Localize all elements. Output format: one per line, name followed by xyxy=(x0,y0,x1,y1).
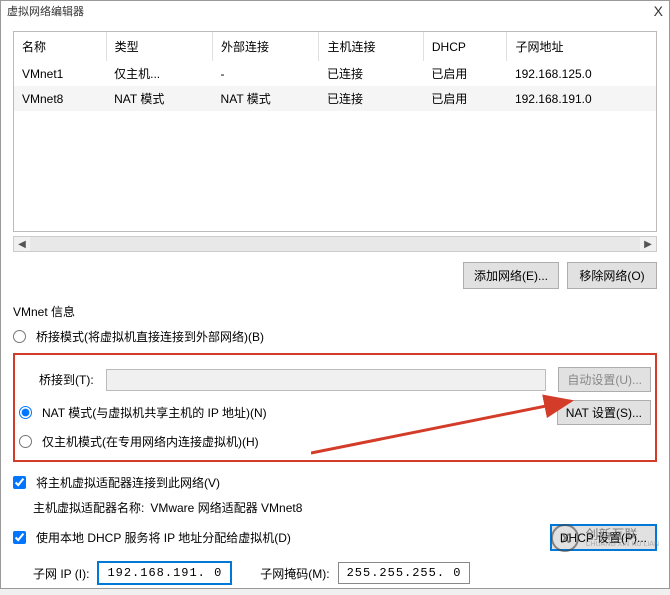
watermark-sub: CHUANG XIN HU LIAN xyxy=(585,541,659,548)
vmnet-info-label: VMnet 信息 xyxy=(13,303,657,320)
col-name[interactable]: 名称 xyxy=(14,32,106,61)
add-network-button[interactable]: 添加网络(E)... xyxy=(463,262,559,289)
col-subnet[interactable]: 子网地址 xyxy=(507,32,656,61)
col-host[interactable]: 主机连接 xyxy=(319,32,423,61)
titlebar: 虚拟网络编辑器 X xyxy=(1,1,669,21)
nat-mode-radio[interactable] xyxy=(19,406,32,419)
watermark-logo-icon: X xyxy=(551,524,579,552)
host-adapter-checkbox[interactable] xyxy=(13,476,26,489)
subnet-ip-label: 子网 IP (I): xyxy=(33,565,89,582)
scroll-track[interactable] xyxy=(30,237,640,251)
scroll-left-icon[interactable]: ◀ xyxy=(14,237,30,251)
subnet-mask-input[interactable]: 255.255.255. 0 xyxy=(338,562,471,584)
hostonly-mode-radio[interactable] xyxy=(19,435,32,448)
remove-network-button[interactable]: 移除网络(O) xyxy=(567,262,657,289)
table-header-row: 名称 类型 外部连接 主机连接 DHCP 子网地址 xyxy=(14,32,656,61)
scroll-right-icon[interactable]: ▶ xyxy=(640,237,656,251)
watermark-name: 创新互联 xyxy=(585,528,659,541)
window-title: 虚拟网络编辑器 xyxy=(7,3,654,19)
host-adapter-label: 将主机虚拟适配器连接到此网络(V) xyxy=(36,474,220,491)
bridge-mode-label: 桥接模式(将虚拟机直接连接到外部网络)(B) xyxy=(36,328,264,345)
watermark: X 创新互联 CHUANG XIN HU LIAN xyxy=(551,524,659,552)
bridge-to-dropdown[interactable] xyxy=(106,369,547,391)
horizontal-scrollbar[interactable]: ◀ ▶ xyxy=(13,236,657,252)
nat-mode-label: NAT 模式(与虚拟机共享主机的 IP 地址)(N) xyxy=(42,404,551,421)
auto-settings-button[interactable]: 自动设置(U)... xyxy=(558,367,651,392)
bridge-mode-radio[interactable] xyxy=(13,330,26,343)
close-icon[interactable]: X xyxy=(654,3,663,19)
col-external[interactable]: 外部连接 xyxy=(213,32,319,61)
table-row[interactable]: VMnet8 NAT 模式 NAT 模式 已连接 已启用 192.168.191… xyxy=(14,86,656,111)
nat-settings-button[interactable]: NAT 设置(S)... xyxy=(557,400,651,425)
col-type[interactable]: 类型 xyxy=(106,32,212,61)
network-table: 名称 类型 外部连接 主机连接 DHCP 子网地址 VMnet1 仅主机... … xyxy=(13,31,657,232)
host-adapter-name-value: VMware 网络适配器 VMnet8 xyxy=(150,499,302,516)
col-dhcp[interactable]: DHCP xyxy=(423,32,507,61)
subnet-mask-label: 子网掩码(M): xyxy=(260,565,329,582)
table-row[interactable]: VMnet1 仅主机... - 已连接 已启用 192.168.125.0 xyxy=(14,61,656,86)
dhcp-label: 使用本地 DHCP 服务将 IP 地址分配给虚拟机(D) xyxy=(36,529,544,546)
hostonly-mode-label: 仅主机模式(在专用网络内连接虚拟机)(H) xyxy=(42,433,259,450)
highlighted-section: 桥接到(T): 自动设置(U)... NAT 模式(与虚拟机共享主机的 IP 地… xyxy=(13,353,657,462)
subnet-ip-input[interactable]: 192.168.191. 0 xyxy=(97,561,232,585)
host-adapter-name-label: 主机虚拟适配器名称: xyxy=(33,499,144,516)
bridge-to-label: 桥接到(T): xyxy=(39,371,94,388)
dhcp-checkbox[interactable] xyxy=(13,531,26,544)
